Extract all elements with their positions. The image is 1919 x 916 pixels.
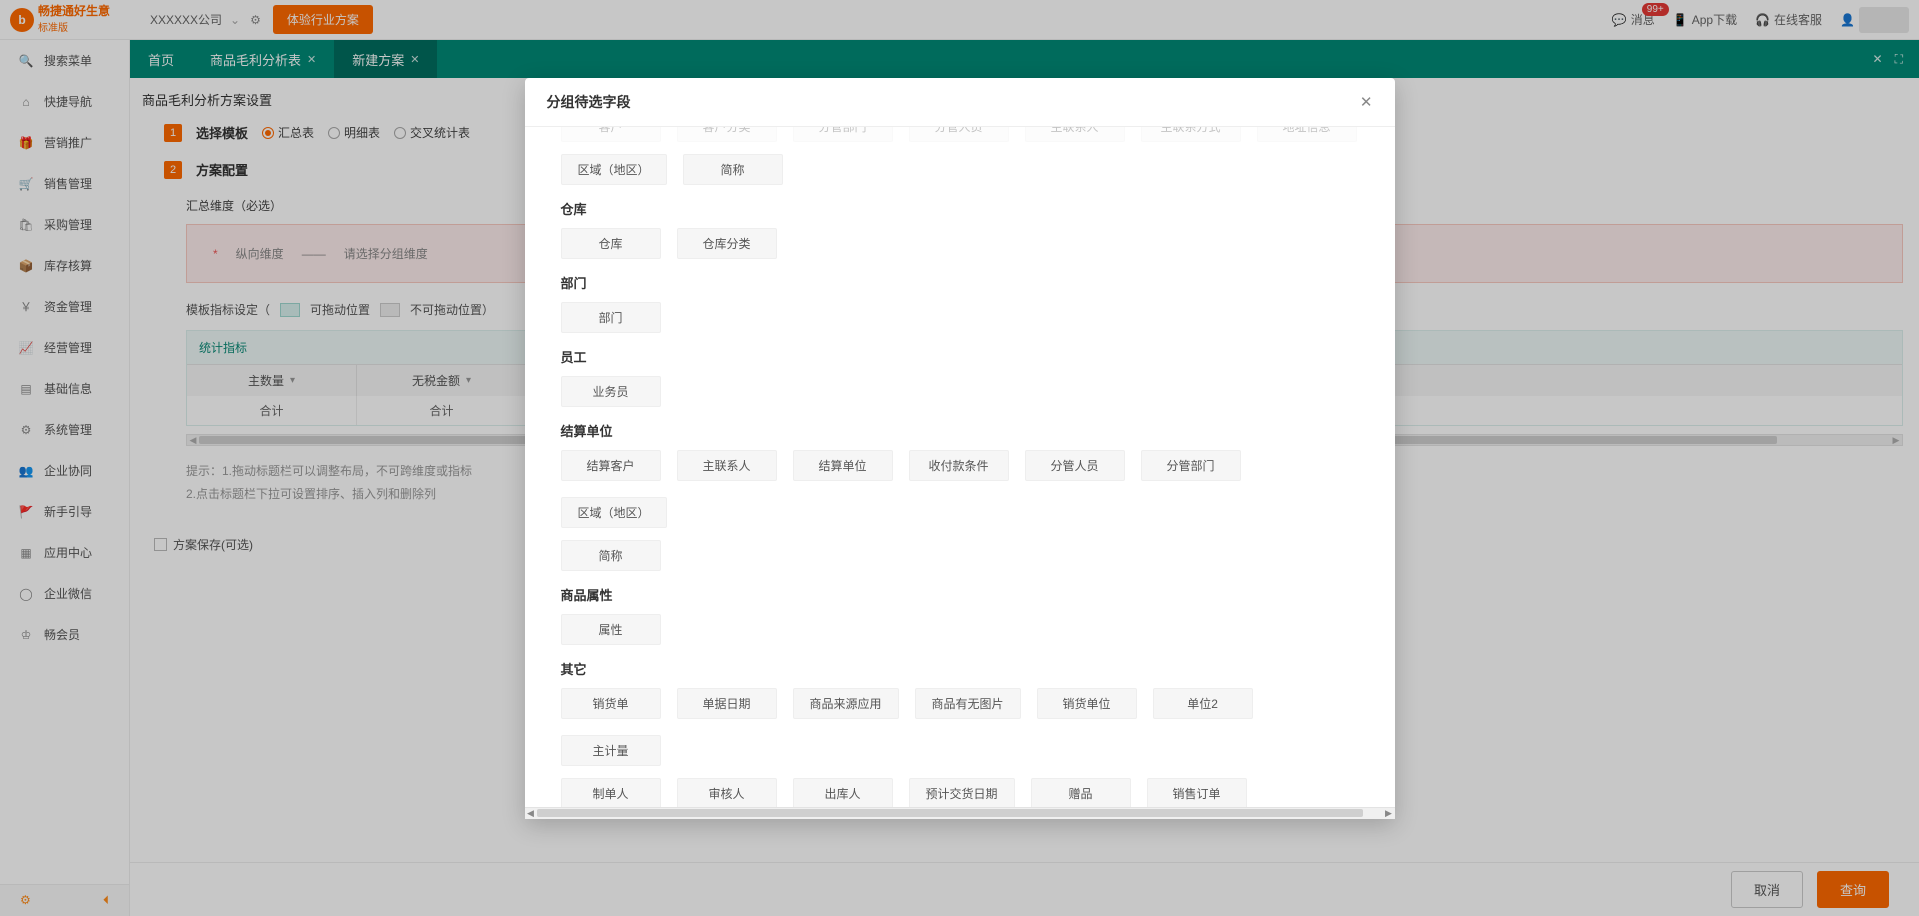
modal-scroll-area[interactable]: 客户 客户分类 分管部门 分管人员 主联系人 主联系方式 地址信息 区域（地区）…: [525, 127, 1395, 807]
modal-body: 客户 客户分类 分管部门 分管人员 主联系人 主联系方式 地址信息 区域（地区）…: [525, 127, 1395, 807]
field-row-settle2: 简称: [561, 540, 1359, 571]
field-row-staff: 业务员: [561, 376, 1359, 407]
field-chip[interactable]: 销货单: [561, 688, 661, 719]
field-chip[interactable]: 商品来源应用: [793, 688, 899, 719]
field-row-settle1: 结算客户 主联系人 结算单位 收付款条件 分管人员 分管部门 区域（地区）: [561, 450, 1359, 528]
field-row-other1: 销货单 单据日期 商品来源应用 商品有无图片 销货单位 单位2 主计量: [561, 688, 1359, 766]
field-row-region: 区域（地区） 简称: [561, 154, 1359, 185]
field-chip[interactable]: 预计交货日期: [909, 778, 1015, 807]
field-chip[interactable]: 主联系方式: [1141, 127, 1241, 142]
field-chip[interactable]: 制单人: [561, 778, 661, 807]
field-chip[interactable]: 部门: [561, 302, 661, 333]
field-chip[interactable]: 出库人: [793, 778, 893, 807]
field-chip[interactable]: 单位2: [1153, 688, 1253, 719]
field-chip[interactable]: 主联系人: [1025, 127, 1125, 142]
field-chip[interactable]: 分管部门: [1141, 450, 1241, 481]
field-chip[interactable]: 主联系人: [677, 450, 777, 481]
group-title-warehouse: 仓库: [561, 199, 1359, 218]
modal-title: 分组待选字段: [547, 92, 631, 112]
field-chip[interactable]: 收付款条件: [909, 450, 1009, 481]
field-chip[interactable]: 客户分类: [677, 127, 777, 142]
scroll-right-icon[interactable]: ▶: [1890, 435, 1902, 446]
field-chip[interactable]: 结算客户: [561, 450, 661, 481]
field-row-partial-top: 客户 客户分类 分管部门 分管人员 主联系人 主联系方式 地址信息: [561, 127, 1359, 142]
field-chip[interactable]: 审核人: [677, 778, 777, 807]
modal-header: 分组待选字段 ✕: [525, 78, 1395, 127]
field-chip[interactable]: 客户: [561, 127, 661, 142]
scroll-right-icon[interactable]: ▶: [1383, 808, 1395, 819]
scroll-left-icon[interactable]: ◀: [525, 808, 537, 819]
field-chip[interactable]: 商品有无图片: [915, 688, 1021, 719]
field-chip[interactable]: 销货单位: [1037, 688, 1137, 719]
modal-close-icon[interactable]: ✕: [1360, 93, 1373, 111]
field-chip[interactable]: 区域（地区）: [561, 497, 667, 528]
field-chip[interactable]: 主计量: [561, 735, 661, 766]
field-chip[interactable]: 简称: [561, 540, 661, 571]
field-chip[interactable]: 销售订单: [1147, 778, 1247, 807]
group-title-other: 其它: [561, 659, 1359, 678]
field-row-dept: 部门: [561, 302, 1359, 333]
modal-horizontal-scrollbar[interactable]: ◀ ▶: [525, 807, 1395, 819]
field-chip[interactable]: 仓库分类: [677, 228, 777, 259]
field-chip[interactable]: 分管人员: [1025, 450, 1125, 481]
field-chip[interactable]: 分管部门: [793, 127, 893, 142]
field-select-modal: 分组待选字段 ✕ 客户 客户分类 分管部门 分管人员 主联系人 主联系方式 地址…: [525, 78, 1395, 819]
field-chip[interactable]: 结算单位: [793, 450, 893, 481]
field-row-other2: 制单人 审核人 出库人 预计交货日期 赠品 销售订单 价格类型: [561, 778, 1359, 807]
group-title-staff: 员工: [561, 347, 1359, 366]
group-title-settle: 结算单位: [561, 421, 1359, 440]
field-chip[interactable]: 地址信息: [1257, 127, 1357, 142]
field-chip[interactable]: 仓库: [561, 228, 661, 259]
field-row-warehouse: 仓库 仓库分类: [561, 228, 1359, 259]
field-chip[interactable]: 分管人员: [909, 127, 1009, 142]
field-chip[interactable]: 简称: [683, 154, 783, 185]
group-title-dept: 部门: [561, 273, 1359, 292]
scroll-left-icon[interactable]: ◀: [187, 435, 199, 446]
field-chip[interactable]: 单据日期: [677, 688, 777, 719]
group-title-prodattr: 商品属性: [561, 585, 1359, 604]
field-chip[interactable]: 赠品: [1031, 778, 1131, 807]
field-chip[interactable]: 属性: [561, 614, 661, 645]
field-chip[interactable]: 业务员: [561, 376, 661, 407]
field-chip[interactable]: 区域（地区）: [561, 154, 667, 185]
scrollbar-thumb[interactable]: [537, 809, 1364, 817]
field-row-prodattr: 属性: [561, 614, 1359, 645]
modal-mask: 分组待选字段 ✕ 客户 客户分类 分管部门 分管人员 主联系人 主联系方式 地址…: [0, 0, 1919, 916]
